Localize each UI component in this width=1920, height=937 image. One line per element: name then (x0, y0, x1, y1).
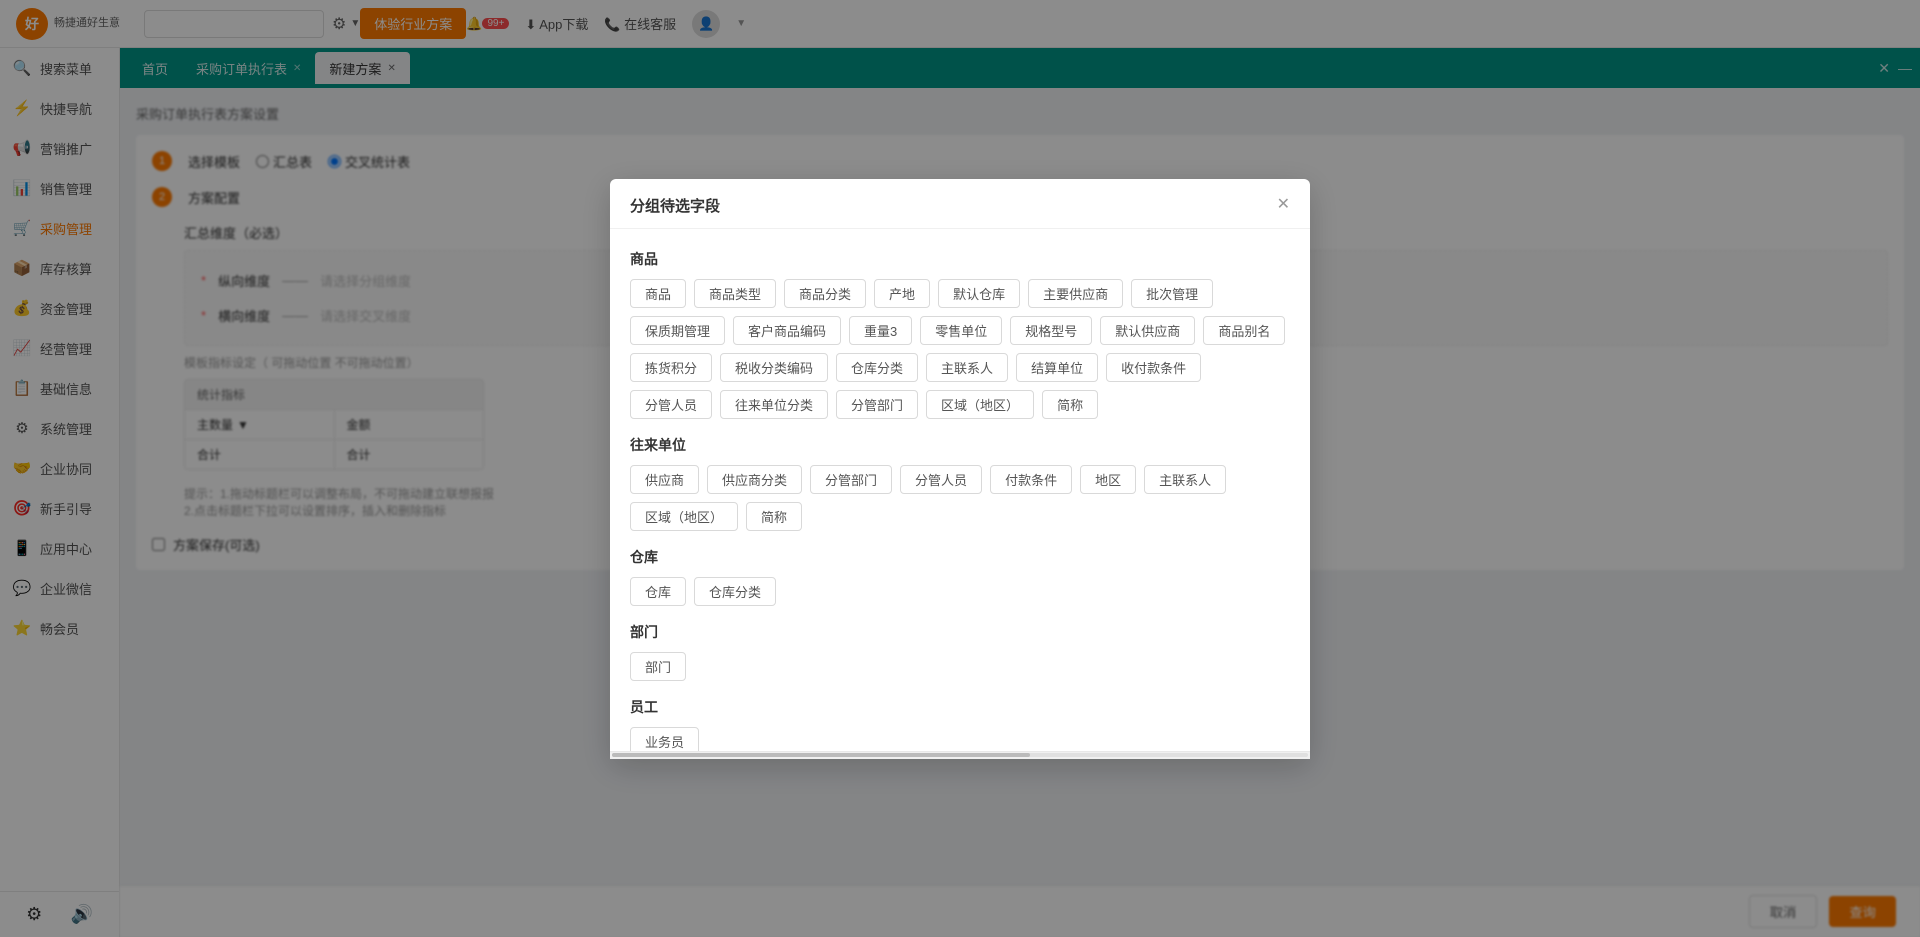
field-tag[interactable]: 商品别名 (1203, 316, 1285, 345)
section-title-employee: 员工 (630, 697, 1290, 717)
field-tag[interactable]: 结算单位 (1016, 353, 1098, 382)
field-tags-employee: 业务员 (630, 727, 1290, 751)
field-tag[interactable]: 产地 (874, 279, 930, 308)
field-tag[interactable]: 保质期管理 (630, 316, 725, 345)
field-tag[interactable]: 简称 (746, 502, 802, 531)
field-tag[interactable]: 分管部门 (836, 390, 918, 419)
field-tag[interactable]: 客户商品编码 (733, 316, 841, 345)
field-tag[interactable]: 部门 (630, 652, 686, 681)
field-tag[interactable]: 简称 (1042, 390, 1098, 419)
field-tag[interactable]: 分管人员 (630, 390, 712, 419)
field-tag[interactable]: 商品 (630, 279, 686, 308)
field-tag[interactable]: 地区 (1080, 465, 1136, 494)
field-tag[interactable]: 供应商分类 (707, 465, 802, 494)
modal-close-button[interactable]: ✕ (1277, 197, 1290, 213)
section-title-dept: 部门 (630, 622, 1290, 642)
field-tag[interactable]: 规格型号 (1010, 316, 1092, 345)
field-tag[interactable]: 区域（地区） (630, 502, 738, 531)
field-tag[interactable]: 税收分类编码 (720, 353, 828, 382)
hscroll-thumb (612, 753, 1030, 757)
field-tag[interactable]: 商品类型 (694, 279, 776, 308)
modal: 分组待选字段 ✕ 商品 商品 商品类型 商品分类 产地 默认仓库 主要供应商 批… (610, 179, 1310, 759)
field-tag[interactable]: 零售单位 (920, 316, 1002, 345)
section-title-goods: 商品 (630, 249, 1290, 269)
field-tag[interactable]: 供应商 (630, 465, 699, 494)
field-tag[interactable]: 业务员 (630, 727, 699, 751)
field-tag[interactable]: 分管部门 (810, 465, 892, 494)
field-tag[interactable]: 商品分类 (784, 279, 866, 308)
field-tag[interactable]: 拣货积分 (630, 353, 712, 382)
field-tag[interactable]: 区域（地区） (926, 390, 1034, 419)
field-tag[interactable]: 仓库分类 (836, 353, 918, 382)
section-title-partner: 往来单位 (630, 435, 1290, 455)
field-tags-partner: 供应商 供应商分类 分管部门 分管人员 付款条件 地区 主联系人 区域（地区） … (630, 465, 1290, 531)
field-tag[interactable]: 重量3 (849, 316, 912, 345)
field-tag[interactable]: 付款条件 (990, 465, 1072, 494)
field-tag[interactable]: 批次管理 (1131, 279, 1213, 308)
modal-header: 分组待选字段 ✕ (610, 179, 1310, 229)
modal-body: 商品 商品 商品类型 商品分类 产地 默认仓库 主要供应商 批次管理 保质期管理… (610, 229, 1310, 751)
field-tag[interactable]: 分管人员 (900, 465, 982, 494)
field-tags-dept: 部门 (630, 652, 1290, 681)
modal-hscroll[interactable] (610, 751, 1310, 759)
modal-title: 分组待选字段 (630, 195, 720, 216)
field-tags-warehouse: 仓库 仓库分类 (630, 577, 1290, 606)
section-title-warehouse: 仓库 (630, 547, 1290, 567)
field-tag[interactable]: 仓库分类 (694, 577, 776, 606)
field-tag[interactable]: 仓库 (630, 577, 686, 606)
hscroll-track (612, 753, 1308, 757)
field-tag[interactable]: 主联系人 (926, 353, 1008, 382)
field-tag[interactable]: 主联系人 (1144, 465, 1226, 494)
field-tag[interactable]: 主要供应商 (1028, 279, 1123, 308)
field-tag[interactable]: 往来单位分类 (720, 390, 828, 419)
field-tag[interactable]: 默认供应商 (1100, 316, 1195, 345)
modal-overlay[interactable]: 分组待选字段 ✕ 商品 商品 商品类型 商品分类 产地 默认仓库 主要供应商 批… (0, 0, 1920, 937)
field-tags-goods: 商品 商品类型 商品分类 产地 默认仓库 主要供应商 批次管理 保质期管理 客户… (630, 279, 1290, 419)
field-tag[interactable]: 收付款条件 (1106, 353, 1201, 382)
field-tag[interactable]: 默认仓库 (938, 279, 1020, 308)
